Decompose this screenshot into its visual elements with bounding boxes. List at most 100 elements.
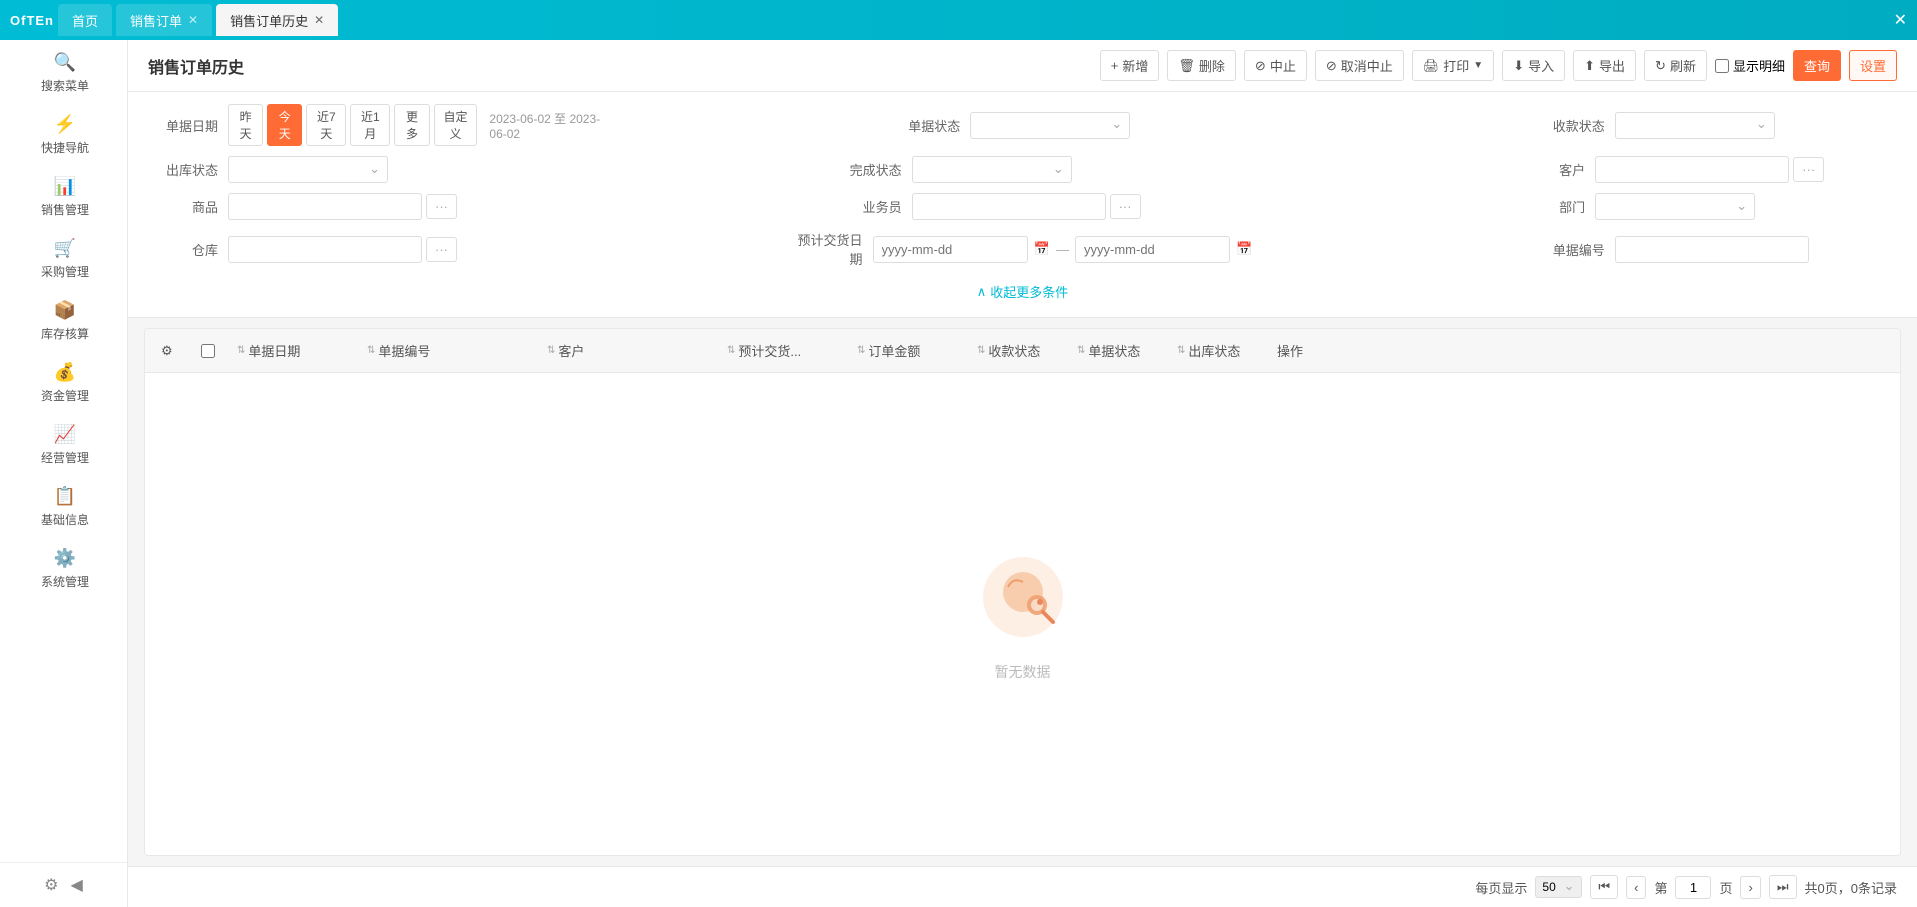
sidebar-item-quicknav[interactable]: ⚡ 快捷导航 bbox=[0, 102, 127, 164]
col-delivery-header[interactable]: ⇅ 预计交货... bbox=[719, 341, 849, 360]
search-menu-icon: 🔍 bbox=[54, 52, 76, 73]
display-detail-checkbox[interactable]: 显示明细 bbox=[1715, 56, 1785, 75]
col-customer-header[interactable]: ⇅ 客户 bbox=[539, 341, 719, 360]
stop-button[interactable]: ⊘ 中止 bbox=[1244, 50, 1307, 81]
system-icon: ⚙️ bbox=[54, 548, 76, 569]
col-delivery-label: 预计交货... bbox=[738, 341, 801, 360]
sidebar-item-purchase[interactable]: 🛒 采购管理 bbox=[0, 226, 127, 288]
date-btn-more[interactable]: 更多 bbox=[394, 104, 429, 146]
export-icon: ⬆ bbox=[1584, 58, 1595, 74]
delete-icon: 🗑 bbox=[1178, 58, 1195, 74]
print-icon: 🖨 bbox=[1423, 58, 1440, 74]
col-date-sort-icon: ⇅ bbox=[237, 345, 245, 356]
settings-btn[interactable]: 设置 bbox=[1849, 50, 1897, 81]
col-amount-sort-icon: ⇅ bbox=[857, 345, 865, 356]
cancel-stop-button[interactable]: ⊘ 取消中止 bbox=[1315, 50, 1404, 81]
top-bar-right: ✕ bbox=[1894, 10, 1907, 30]
last-page-btn[interactable]: ⏭ bbox=[1769, 875, 1797, 899]
page-size-select[interactable]: 20 50 100 bbox=[1535, 876, 1582, 898]
customer-input[interactable] bbox=[1595, 156, 1789, 183]
sidebar-item-sales[interactable]: 📊 销售管理 bbox=[0, 164, 127, 226]
receipt-status-control bbox=[1615, 112, 1897, 139]
display-detail-input[interactable] bbox=[1715, 59, 1729, 73]
salesperson-input[interactable] bbox=[912, 193, 1106, 220]
finance-icon: 💰 bbox=[54, 362, 76, 383]
date-btn-7days[interactable]: 近7天 bbox=[306, 104, 346, 146]
date-btn-yesterday[interactable]: 昨天 bbox=[228, 104, 263, 146]
date-btn-today[interactable]: 今天 bbox=[267, 104, 302, 146]
page-number-input[interactable]: 1 bbox=[1675, 876, 1711, 899]
query-button[interactable]: 查询 bbox=[1793, 50, 1841, 81]
date-filter-control: 昨天 今天 近7天 近1月 更多 自定义 2023-06-02 至 2023-0… bbox=[228, 104, 608, 146]
out-status-select-wrapper bbox=[228, 156, 388, 183]
delete-button[interactable]: 🗑 删除 bbox=[1167, 50, 1236, 81]
prev-page-btn[interactable]: ‹ bbox=[1626, 876, 1646, 899]
salesperson-dots-btn[interactable]: ··· bbox=[1110, 194, 1141, 219]
sidebar-item-basic[interactable]: 📋 基础信息 bbox=[0, 474, 127, 536]
order-no-input[interactable] bbox=[1615, 236, 1809, 263]
table-header: ⚙ ⇅ 单据日期 ⇅ 单据编号 ⇅ 客户 ⇅ bbox=[145, 329, 1900, 373]
table-settings-icon[interactable]: ⚙ bbox=[161, 343, 173, 359]
filter-row-4: 仓库 ··· 预计交货日期 📅 — 📅 单据编号 bbox=[148, 230, 1897, 268]
delivery-date-end[interactable] bbox=[1075, 236, 1230, 263]
calendar-start-icon[interactable]: 📅 bbox=[1034, 241, 1050, 257]
col-date-header[interactable]: ⇅ 单据日期 bbox=[229, 341, 359, 360]
cancel-stop-label: 取消中止 bbox=[1341, 56, 1393, 75]
collapse-more-btn[interactable]: ∧ 收起更多条件 bbox=[148, 278, 1897, 305]
topbar-close-icon[interactable]: ✕ bbox=[1894, 10, 1907, 30]
receipt-status-select[interactable] bbox=[1615, 112, 1775, 139]
sidebar-item-search[interactable]: 🔍 搜索菜单 bbox=[0, 40, 127, 102]
status-select[interactable] bbox=[970, 112, 1130, 139]
col-date-label: 单据日期 bbox=[248, 341, 300, 360]
cancel-stop-icon: ⊘ bbox=[1326, 58, 1337, 74]
sidebar-collapse-icon[interactable]: ◀ bbox=[71, 875, 83, 895]
col-pay-status-header[interactable]: ⇅ 收款状态 bbox=[969, 341, 1069, 360]
tab-sales-order-history[interactable]: 销售订单历史 ✕ bbox=[216, 4, 338, 36]
complete-status-select[interactable] bbox=[912, 156, 1072, 183]
sidebar-item-system[interactable]: ⚙️ 系统管理 bbox=[0, 536, 127, 598]
export-button[interactable]: ⬆ 导出 bbox=[1573, 50, 1636, 81]
sidebar-settings-icon[interactable]: ⚙ bbox=[44, 875, 58, 895]
goods-dots-btn[interactable]: ··· bbox=[426, 194, 457, 219]
date-btn-custom[interactable]: 自定义 bbox=[434, 104, 478, 146]
import-button[interactable]: ⬇ 导入 bbox=[1502, 50, 1565, 81]
dept-label: 部门 bbox=[1515, 197, 1595, 216]
tab-sales-order-history-close[interactable]: ✕ bbox=[314, 13, 324, 27]
next-page-btn[interactable]: › bbox=[1740, 876, 1760, 899]
new-button[interactable]: + 新增 bbox=[1100, 50, 1160, 81]
out-status-select[interactable] bbox=[228, 156, 388, 183]
customer-dots-btn[interactable]: ··· bbox=[1793, 157, 1824, 182]
sidebar-item-operation[interactable]: 📈 经营管理 bbox=[0, 412, 127, 474]
sidebar-item-inventory[interactable]: 📦 库存核算 bbox=[0, 288, 127, 350]
col-amount-header[interactable]: ⇅ 订单金额 bbox=[849, 341, 969, 360]
tab-sales-order-history-label: 销售订单历史 bbox=[230, 11, 308, 30]
col-settings[interactable]: ⚙ bbox=[153, 343, 193, 359]
col-num-header[interactable]: ⇅ 单据编号 bbox=[359, 341, 539, 360]
filter-area: 单据日期 昨天 今天 近7天 近1月 更多 自定义 2023-06-02 至 2… bbox=[128, 92, 1917, 318]
tab-home[interactable]: 首页 bbox=[58, 4, 112, 36]
date-btn-1month[interactable]: 近1月 bbox=[350, 104, 390, 146]
salesperson-control: ··· bbox=[912, 193, 1214, 220]
date-range-dash: — bbox=[1056, 242, 1069, 257]
export-label: 导出 bbox=[1599, 56, 1625, 75]
col-num-sort-icon: ⇅ bbox=[367, 345, 375, 356]
warehouse-input[interactable] bbox=[228, 236, 422, 263]
delivery-date-start[interactable] bbox=[873, 236, 1028, 263]
col-out-status-header[interactable]: ⇅ 出库状态 bbox=[1169, 341, 1269, 360]
col-customer-label: 客户 bbox=[558, 341, 584, 360]
calendar-end-icon[interactable]: 📅 bbox=[1236, 241, 1252, 257]
col-order-status-header[interactable]: ⇅ 单据状态 bbox=[1069, 341, 1169, 360]
dept-select[interactable] bbox=[1595, 193, 1755, 220]
print-button[interactable]: 🖨 打印 ▼ bbox=[1412, 50, 1494, 81]
sidebar-item-finance[interactable]: 💰 资金管理 bbox=[0, 350, 127, 412]
first-page-btn[interactable]: ⏮ bbox=[1590, 875, 1618, 899]
complete-status-control bbox=[912, 156, 1214, 183]
goods-input[interactable] bbox=[228, 193, 422, 220]
col-order-sort-icon: ⇅ bbox=[1077, 345, 1085, 356]
new-label: 新增 bbox=[1122, 56, 1148, 75]
tab-sales-order-close[interactable]: ✕ bbox=[188, 13, 198, 27]
select-all-checkbox[interactable] bbox=[201, 344, 215, 358]
tab-sales-order[interactable]: 销售订单 ✕ bbox=[116, 4, 212, 36]
warehouse-dots-btn[interactable]: ··· bbox=[426, 237, 457, 262]
refresh-button[interactable]: ↻ 刷新 bbox=[1644, 50, 1707, 81]
